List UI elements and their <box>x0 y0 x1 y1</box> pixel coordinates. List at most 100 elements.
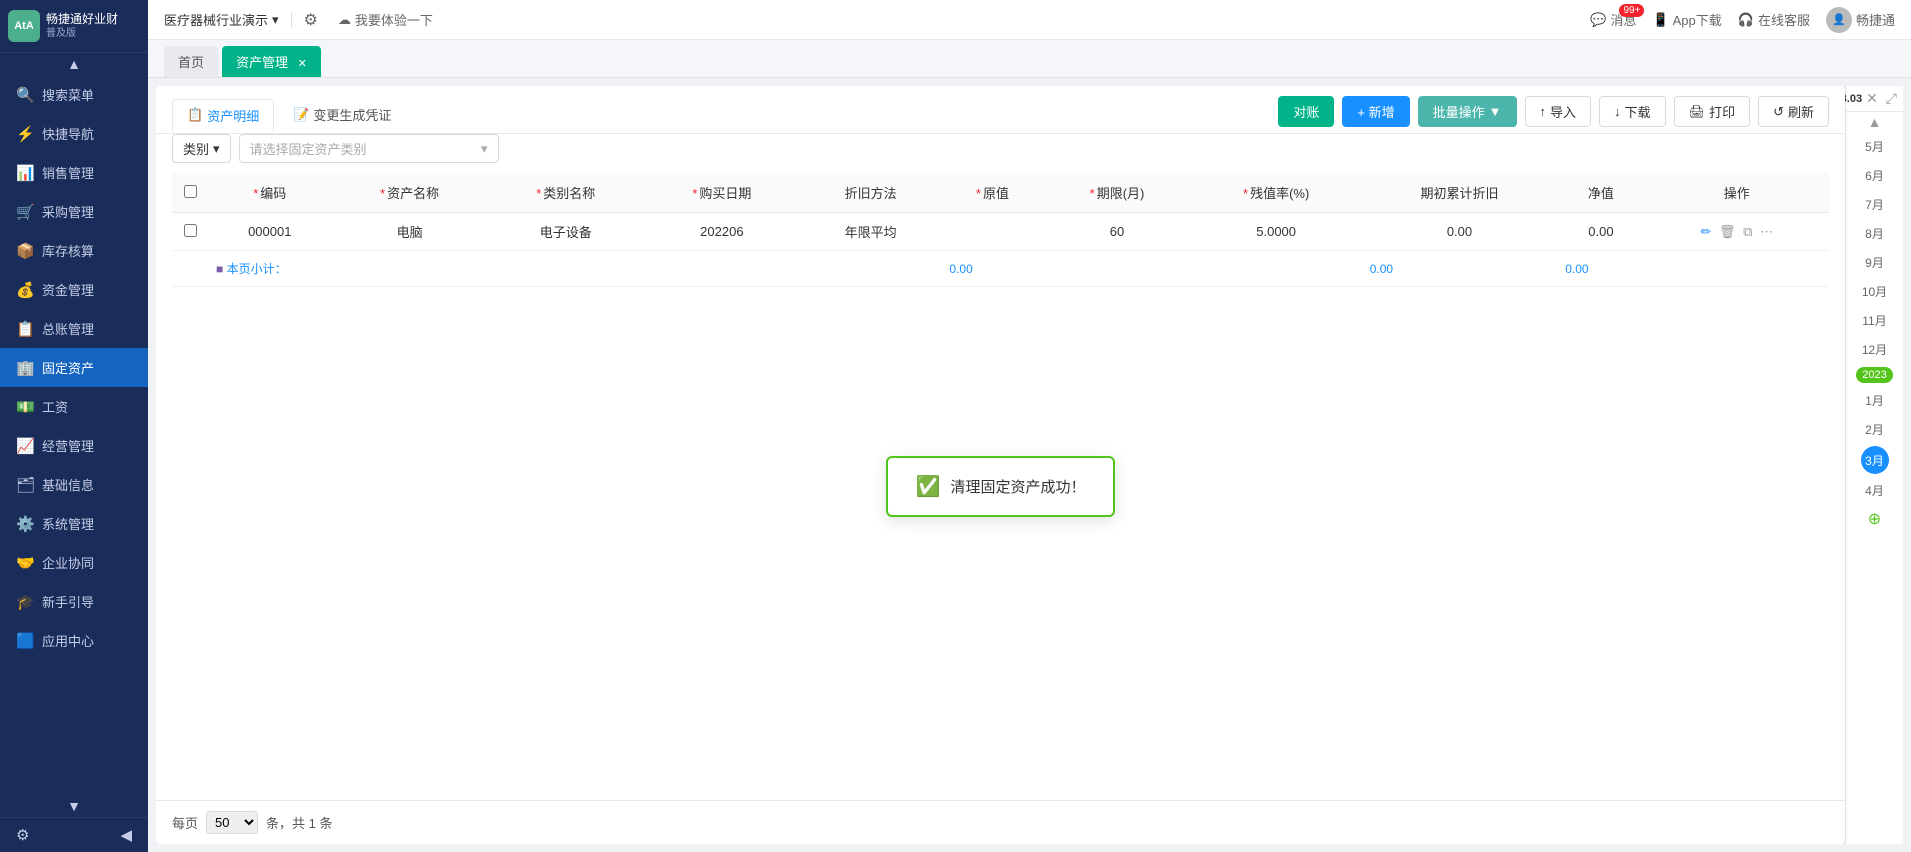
timeline-month-3-active[interactable]: 3月 <box>1861 446 1889 474</box>
timeline-month-7[interactable]: 7月 <box>1846 190 1903 219</box>
refresh-button[interactable]: ↺ 刷新 <box>1758 96 1829 127</box>
edit-icon[interactable]: ✏ <box>1701 224 1712 239</box>
timeline-month-1[interactable]: 1月 <box>1846 386 1903 415</box>
row-checkbox[interactable] <box>172 213 208 251</box>
tabs-bar: 首页 资产管理 ✕ <box>148 40 1911 78</box>
headset-icon: 🎧 <box>1738 12 1754 28</box>
category-select[interactable]: 类别 ▾ <box>172 134 231 163</box>
asset-table-wrap: *编码 *资产名称 *类别名称 *购买日期 折旧方法 *原值 *期限(月) *残… <box>156 173 1845 800</box>
select-all-checkbox[interactable] <box>184 185 197 198</box>
sidebar-item-payroll[interactable]: 💵 工资 <box>0 387 148 426</box>
download-icon: ↓ <box>1614 104 1621 119</box>
message-icon: 💬 <box>1590 12 1606 28</box>
category-dropdown-icon: ▾ <box>213 141 220 157</box>
cell-purchase-date: 202206 <box>644 213 800 251</box>
export-button[interactable]: ↑ 导入 <box>1525 96 1592 127</box>
sidebar-item-ledger[interactable]: 📋 总账管理 <box>0 309 148 348</box>
new-button[interactable]: + 新增 <box>1342 96 1409 127</box>
sidebar-item-quick-nav[interactable]: ⚡ 快捷导航 <box>0 114 148 153</box>
settings-icon[interactable]: ⚙ <box>304 10 318 30</box>
sub-tab-asset-detail[interactable]: 📋 资产明细 <box>172 99 274 132</box>
batch-label: 批量操作 <box>1433 102 1485 121</box>
sidebar-item-label: 经营管理 <box>42 436 94 455</box>
sidebar-item-sales[interactable]: 📊 销售管理 <box>0 153 148 192</box>
tab-home[interactable]: 首页 <box>164 46 218 77</box>
subtotal-label: ■ 本页小计： <box>208 251 941 287</box>
tab-close-icon[interactable]: ✕ <box>298 58 307 70</box>
timeline-month-10[interactable]: 10月 <box>1846 277 1903 306</box>
delete-icon[interactable]: 🗑 <box>1719 224 1736 239</box>
sidebar-item-app-center[interactable]: 🟦 应用中心 <box>0 621 148 660</box>
batch-button[interactable]: 批量操作 ▼ <box>1418 96 1517 127</box>
cloud-icon: ☁ <box>338 12 351 28</box>
app-download-label: App下载 <box>1673 10 1722 29</box>
sidebar-item-search[interactable]: 🔍 搜索菜单 <box>0 75 148 114</box>
row-select-checkbox[interactable] <box>184 224 197 237</box>
table-header: *编码 *资产名称 *类别名称 *购买日期 折旧方法 *原值 *期限(月) *残… <box>172 173 1829 213</box>
online-service-button[interactable]: 🎧 在线客服 <box>1738 10 1810 29</box>
app-download-button[interactable]: 📱 App下载 <box>1652 10 1721 29</box>
download-label: 下载 <box>1625 102 1651 121</box>
category-placeholder: 请选择固定资产类别 <box>250 139 367 158</box>
export-label: 导入 <box>1550 102 1576 121</box>
search-icon: 🔍 <box>16 86 34 104</box>
more-icon[interactable]: ⋯ <box>1760 224 1773 239</box>
timeline-month-6[interactable]: 6月 <box>1846 161 1903 190</box>
sidebar: AtA 畅捷通好业财 普及版 ▲ 🔍 搜索菜单 ⚡ 快捷导航 📊 销售管理 🛒 … <box>0 0 148 852</box>
sidebar-item-label: 基础信息 <box>42 475 94 494</box>
messages-button[interactable]: 💬 消息 99+ <box>1590 10 1636 29</box>
timeline-month-5[interactable]: 5月 <box>1846 132 1903 161</box>
timeline-month-11[interactable]: 11月 <box>1846 306 1903 335</box>
sidebar-collapse-icon[interactable]: ◀ <box>120 826 132 844</box>
basic-info-icon: 🗂 <box>16 476 34 494</box>
timeline-year-badge[interactable]: 2023 <box>1856 367 1892 383</box>
sidebar-scroll-up[interactable]: ▲ <box>0 53 148 75</box>
timeline-month-2[interactable]: 2月 <box>1846 415 1903 444</box>
copy-icon[interactable]: ⧉ <box>1743 224 1752 239</box>
topbar-right: 💬 消息 99+ 📱 App下载 🎧 在线客服 👤 畅捷通 <box>1590 7 1895 33</box>
timeline-month-4[interactable]: 4月 <box>1846 476 1903 505</box>
print-button[interactable]: 🖨 打印 <box>1674 96 1751 127</box>
timeline-month-8[interactable]: 8月 <box>1846 219 1903 248</box>
col-period: *期限(月) <box>1043 173 1190 213</box>
sub-tab-change-voucher[interactable]: 📝 变更生成凭证 <box>278 98 406 131</box>
sidebar-scroll-down[interactable]: ▼ <box>0 795 148 817</box>
sidebar-item-operations[interactable]: 📈 经营管理 <box>0 426 148 465</box>
timeline-up-arrow[interactable]: ▲ <box>1865 112 1885 132</box>
timeline-close-icon[interactable]: ✕ <box>1866 90 1878 107</box>
sidebar-item-system[interactable]: ⚙️ 系统管理 <box>0 504 148 543</box>
sidebar-item-label: 工资 <box>42 397 68 416</box>
experience-button[interactable]: ☁ 我要体验一下 <box>338 10 433 29</box>
company-selector[interactable]: 医疗器械行业演示 ▾ <box>164 10 279 29</box>
sales-icon: 📊 <box>16 164 34 182</box>
sidebar-item-finance[interactable]: 💰 资金管理 <box>0 270 148 309</box>
sidebar-item-label: 资金管理 <box>42 280 94 299</box>
sidebar-item-cooperation[interactable]: 🤝 企业协同 <box>0 543 148 582</box>
sidebar-item-label: 企业协同 <box>42 553 94 572</box>
online-service-label: 在线客服 <box>1758 10 1810 29</box>
sidebar-item-inventory[interactable]: 📦 库存核算 <box>0 231 148 270</box>
timeline-month-12[interactable]: 12月 <box>1846 335 1903 364</box>
tab-asset-mgmt[interactable]: 资产管理 ✕ <box>222 46 321 77</box>
timeline-expand-icon[interactable]: ⤢ <box>1886 90 1897 107</box>
sidebar-item-basic-info[interactable]: 🗂 基础信息 <box>0 465 148 504</box>
per-page-select[interactable]: 50 100 200 <box>206 811 258 834</box>
company-name: 医疗器械行业演示 <box>164 10 268 29</box>
sidebar-item-guide[interactable]: 🎓 新手引导 <box>0 582 148 621</box>
system-icon: ⚙️ <box>16 515 34 533</box>
account-label: 对账 <box>1293 102 1319 121</box>
username-label: 畅捷通 <box>1856 10 1895 29</box>
timeline-bottom-circle-icon[interactable]: ⊕ <box>1868 509 1881 529</box>
sidebar-nav: 🔍 搜索菜单 ⚡ 快捷导航 📊 销售管理 🛒 采购管理 📦 库存核算 💰 资金管… <box>0 75 148 795</box>
download-button[interactable]: ↓ 下载 <box>1599 96 1666 127</box>
timeline-month-9[interactable]: 9月 <box>1846 248 1903 277</box>
account-button[interactable]: 对账 <box>1278 96 1334 127</box>
sidebar-item-purchase[interactable]: 🛒 采购管理 <box>0 192 148 231</box>
sidebar-item-label: 采购管理 <box>42 202 94 221</box>
user-profile-button[interactable]: 👤 畅捷通 <box>1826 7 1895 33</box>
refresh-label: 刷新 <box>1788 102 1814 121</box>
ledger-icon: 📋 <box>16 320 34 338</box>
settings-gear-icon[interactable]: ⚙ <box>16 826 29 844</box>
sidebar-item-fixed-assets[interactable]: 🏢 固定资产 <box>0 348 148 387</box>
category-input[interactable]: 请选择固定资产类别 ▾ <box>239 134 499 163</box>
